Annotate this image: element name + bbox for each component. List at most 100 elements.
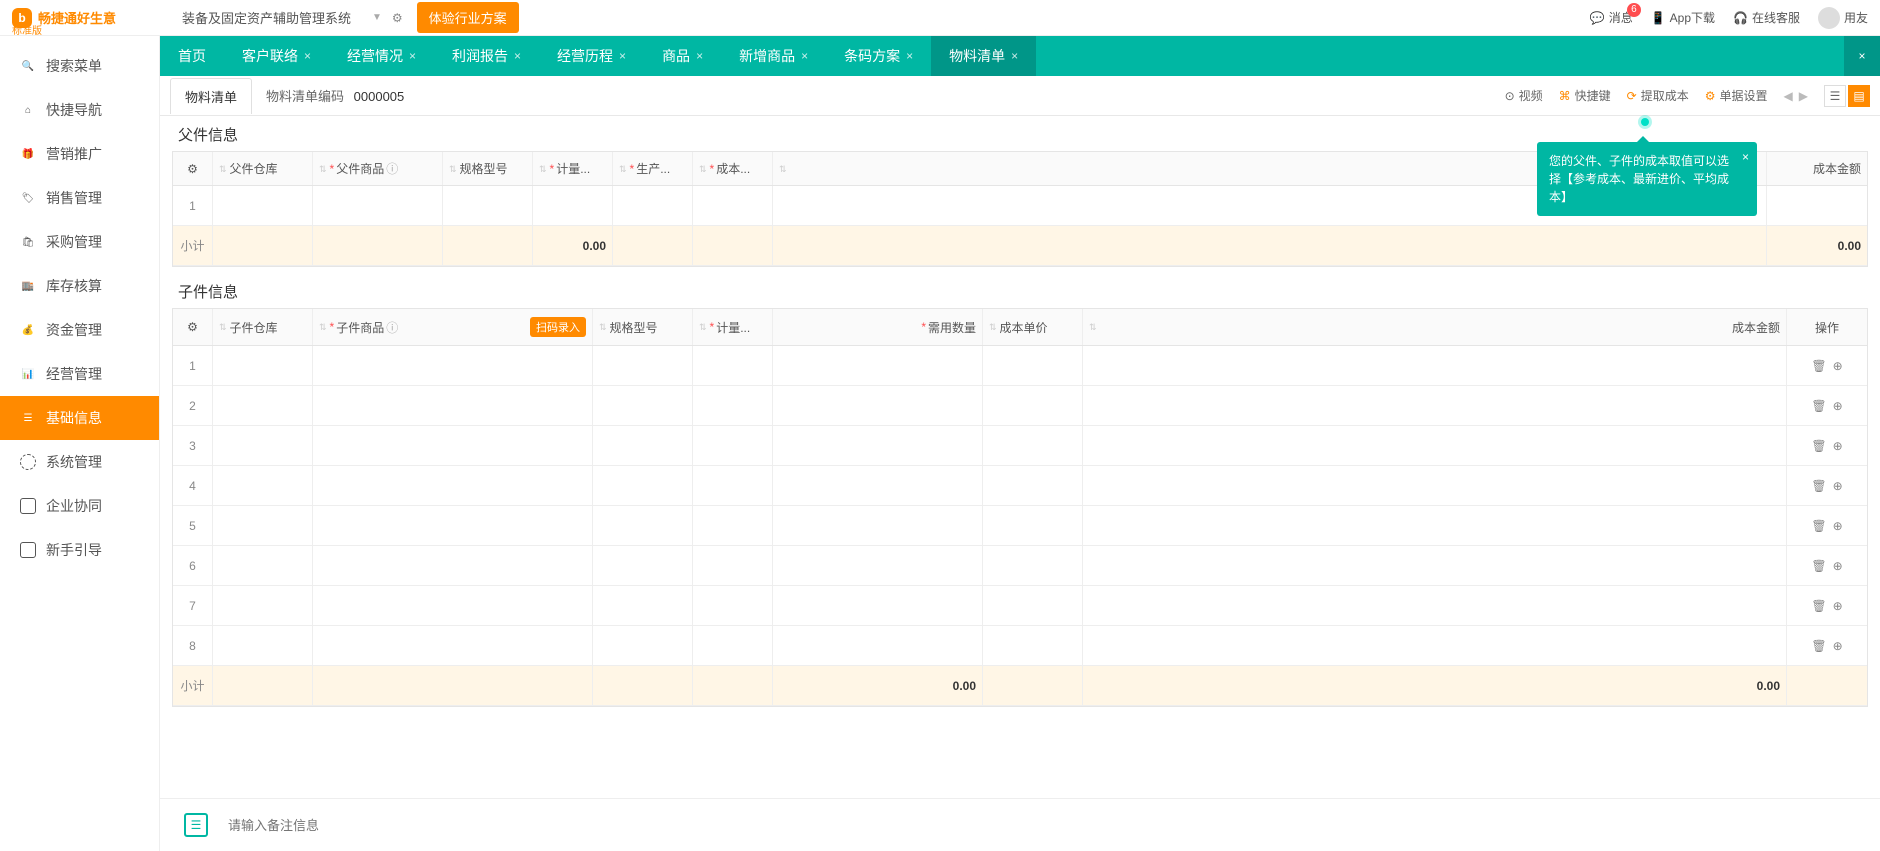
- cell-wh[interactable]: [213, 386, 313, 425]
- cell-unit[interactable]: [693, 386, 773, 425]
- add-row-icon[interactable]: ⊕: [1833, 439, 1843, 453]
- cell-spec[interactable]: [443, 186, 533, 225]
- cell-unit[interactable]: [693, 426, 773, 465]
- view-form[interactable]: ▤: [1848, 85, 1870, 107]
- sidebar-item-operation[interactable]: 📊经营管理: [0, 352, 159, 396]
- cell-unit[interactable]: [693, 346, 773, 385]
- col-price[interactable]: ⇅成本单价: [983, 309, 1083, 345]
- cell-qty[interactable]: [773, 386, 983, 425]
- cell-unit[interactable]: [693, 506, 773, 545]
- info-icon[interactable]: ⓘ: [386, 319, 398, 336]
- cell-qty[interactable]: [773, 426, 983, 465]
- cell-unit[interactable]: [693, 586, 773, 625]
- cell-item[interactable]: [313, 186, 443, 225]
- close-icon[interactable]: ×: [304, 49, 311, 63]
- col-spec[interactable]: ⇅规格型号: [593, 309, 693, 345]
- system-selector[interactable]: 装备及固定资产辅助管理系统 ▼ ⚙: [182, 8, 403, 27]
- close-all-tabs[interactable]: ×: [1844, 36, 1880, 76]
- gear-icon[interactable]: ⚙: [392, 11, 403, 25]
- extract-cost-link[interactable]: ⟳提取成本: [1627, 87, 1689, 104]
- cell-spec[interactable]: [593, 466, 693, 505]
- cell-amount[interactable]: [1083, 586, 1787, 625]
- delete-icon[interactable]: 🗑: [1811, 359, 1826, 373]
- cell-qty[interactable]: [773, 506, 983, 545]
- tab-goods[interactable]: 商品×: [644, 36, 721, 76]
- delete-icon[interactable]: 🗑: [1811, 519, 1826, 533]
- col-settings[interactable]: ⚙: [173, 309, 213, 345]
- delete-icon[interactable]: 🗑: [1811, 479, 1826, 493]
- child-row[interactable]: 2🗑⊕: [173, 386, 1867, 426]
- next-icon[interactable]: ▶: [1799, 89, 1808, 103]
- cell-wh[interactable]: [213, 506, 313, 545]
- col-child-item[interactable]: ⇅*子件商品ⓘ扫码录入: [313, 309, 593, 345]
- delete-icon[interactable]: 🗑: [1811, 559, 1826, 573]
- child-row[interactable]: 1🗑⊕: [173, 346, 1867, 386]
- add-row-icon[interactable]: ⊕: [1833, 599, 1843, 613]
- tab-customer[interactable]: 客户联络×: [224, 36, 329, 76]
- child-row[interactable]: 8🗑⊕: [173, 626, 1867, 666]
- cell-wh[interactable]: [213, 186, 313, 225]
- tooltip-close-icon[interactable]: ×: [1742, 148, 1749, 166]
- sidebar-item-quicknav[interactable]: ⌂快捷导航: [0, 88, 159, 132]
- sidebar-item-search[interactable]: 🔍搜索菜单: [0, 44, 159, 88]
- cell-spec[interactable]: [593, 586, 693, 625]
- trial-button[interactable]: 体验行业方案: [417, 2, 519, 33]
- tab-home[interactable]: 首页: [160, 36, 224, 76]
- cell-qty[interactable]: [773, 346, 983, 385]
- cell-amount[interactable]: [1083, 386, 1787, 425]
- child-row[interactable]: 3🗑⊕: [173, 426, 1867, 466]
- cell-spec[interactable]: [593, 426, 693, 465]
- col-unit[interactable]: ⇅*计量...: [533, 152, 613, 185]
- cell-price[interactable]: [983, 346, 1083, 385]
- col-settings[interactable]: ⚙: [173, 152, 213, 185]
- cell-prod[interactable]: [613, 186, 693, 225]
- col-prod[interactable]: ⇅*生产...: [613, 152, 693, 185]
- sidebar-item-marketing[interactable]: 🎁营销推广: [0, 132, 159, 176]
- app-download-link[interactable]: 📱 App下载: [1651, 9, 1715, 26]
- cell-amount[interactable]: [1083, 466, 1787, 505]
- cell-wh[interactable]: [213, 586, 313, 625]
- sidebar-item-collab[interactable]: 企业协同: [0, 484, 159, 528]
- tab-business[interactable]: 经营情况×: [329, 36, 434, 76]
- col-unit[interactable]: ⇅*计量...: [693, 309, 773, 345]
- cell-amount[interactable]: [1083, 346, 1787, 385]
- tab-bom[interactable]: 物料清单×: [931, 36, 1036, 76]
- close-icon[interactable]: ×: [696, 49, 703, 63]
- view-list[interactable]: ☰: [1824, 85, 1846, 107]
- cell-price[interactable]: [983, 546, 1083, 585]
- cell-wh[interactable]: [213, 426, 313, 465]
- cell-wh[interactable]: [213, 546, 313, 585]
- add-row-icon[interactable]: ⊕: [1833, 639, 1843, 653]
- delete-icon[interactable]: 🗑: [1811, 399, 1826, 413]
- close-icon[interactable]: ×: [409, 49, 416, 63]
- cell-item[interactable]: [313, 466, 593, 505]
- cell-unit[interactable]: [693, 546, 773, 585]
- tab-history[interactable]: 经营历程×: [539, 36, 644, 76]
- cell-wh[interactable]: [213, 466, 313, 505]
- col-qty[interactable]: *需用数量: [773, 309, 983, 345]
- col-amount[interactable]: 成本金额: [1767, 152, 1867, 185]
- sidebar-item-finance[interactable]: 💰资金管理: [0, 308, 159, 352]
- cell-amount[interactable]: [1083, 506, 1787, 545]
- cell-spec[interactable]: [593, 386, 693, 425]
- sidebar-item-guide[interactable]: 新手引导: [0, 528, 159, 572]
- cell-amount[interactable]: [1767, 186, 1867, 225]
- col-cost[interactable]: ⇅*成本...: [693, 152, 773, 185]
- child-row[interactable]: 7🗑⊕: [173, 586, 1867, 626]
- cell-unit[interactable]: [533, 186, 613, 225]
- user-menu[interactable]: 用友: [1818, 7, 1868, 29]
- cell-item[interactable]: [313, 626, 593, 665]
- close-icon[interactable]: ×: [1011, 49, 1018, 63]
- close-icon[interactable]: ×: [801, 49, 808, 63]
- add-row-icon[interactable]: ⊕: [1833, 559, 1843, 573]
- cell-amount[interactable]: [1083, 626, 1787, 665]
- cell-item[interactable]: [313, 386, 593, 425]
- col-parent-wh[interactable]: ⇅父件仓库: [213, 152, 313, 185]
- prev-icon[interactable]: ◀: [1784, 89, 1793, 103]
- delete-icon[interactable]: 🗑: [1811, 439, 1826, 453]
- delete-icon[interactable]: 🗑: [1811, 599, 1826, 613]
- cell-item[interactable]: [313, 546, 593, 585]
- child-row[interactable]: 5🗑⊕: [173, 506, 1867, 546]
- cell-price[interactable]: [983, 626, 1083, 665]
- add-row-icon[interactable]: ⊕: [1833, 359, 1843, 373]
